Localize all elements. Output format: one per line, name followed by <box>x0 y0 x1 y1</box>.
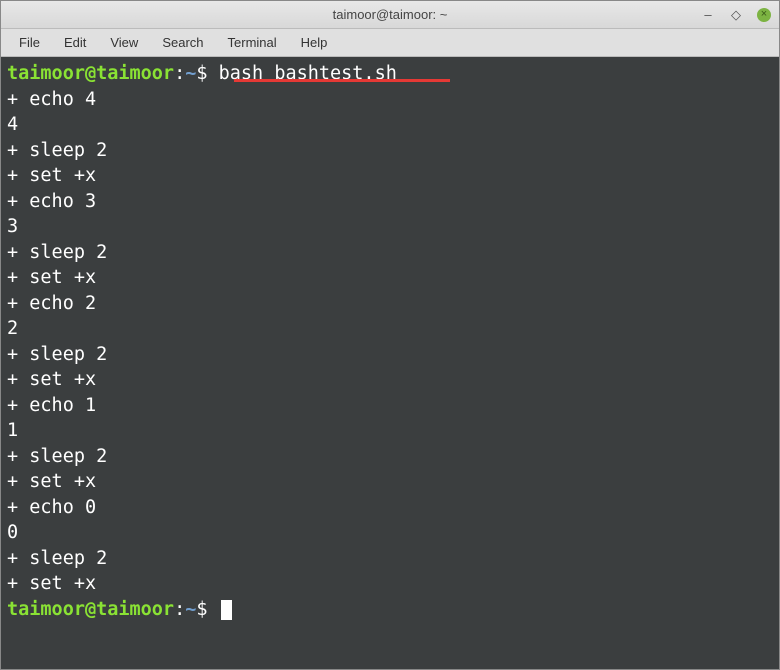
prompt-line-1: taimoor@taimoor:~$ bash bashtest.sh <box>7 61 773 87</box>
prompt-dollar: $ <box>196 63 218 84</box>
menu-file[interactable]: File <box>9 31 50 54</box>
output-line: 1 <box>7 418 773 444</box>
prompt-dollar: $ <box>196 599 218 620</box>
titlebar[interactable]: taimoor@taimoor: ~ – ◇ <box>1 1 779 29</box>
output-line: 2 <box>7 316 773 342</box>
prompt-line-2: taimoor@taimoor:~$ <box>7 597 773 623</box>
output-line: + echo 0 <box>7 495 773 521</box>
prompt-colon: : <box>174 599 185 620</box>
output-line: + echo 1 <box>7 393 773 419</box>
window-title: taimoor@taimoor: ~ <box>333 7 448 22</box>
output-line: + sleep 2 <box>7 444 773 470</box>
output-line: + sleep 2 <box>7 342 773 368</box>
prompt-colon: : <box>174 63 185 84</box>
output-line: + echo 4 <box>7 87 773 113</box>
output-line: + sleep 2 <box>7 546 773 572</box>
output-line: + set +x <box>7 469 773 495</box>
terminal-content[interactable]: taimoor@taimoor:~$ bash bashtest.sh + ec… <box>1 57 779 669</box>
output-container: + echo 44+ sleep 2+ set +x+ echo 33+ sle… <box>7 87 773 597</box>
close-button[interactable] <box>757 8 771 22</box>
output-line: + sleep 2 <box>7 240 773 266</box>
output-line: + echo 2 <box>7 291 773 317</box>
prompt-user-host: taimoor@taimoor <box>7 599 174 620</box>
output-line: + set +x <box>7 571 773 597</box>
prompt-path: ~ <box>185 63 196 84</box>
menubar: File Edit View Search Terminal Help <box>1 29 779 57</box>
menu-terminal[interactable]: Terminal <box>218 31 287 54</box>
output-line: + echo 3 <box>7 189 773 215</box>
output-line: 4 <box>7 112 773 138</box>
output-line: + set +x <box>7 265 773 291</box>
prompt-user-host: taimoor@taimoor <box>7 63 174 84</box>
menu-help[interactable]: Help <box>291 31 338 54</box>
prompt-path: ~ <box>185 599 196 620</box>
window-controls: – ◇ <box>701 8 771 22</box>
output-line: 3 <box>7 214 773 240</box>
output-line: + set +x <box>7 163 773 189</box>
cursor <box>221 600 232 620</box>
output-line: + sleep 2 <box>7 138 773 164</box>
minimize-button[interactable]: – <box>701 8 715 22</box>
menu-view[interactable]: View <box>100 31 148 54</box>
terminal-window: taimoor@taimoor: ~ – ◇ File Edit View Se… <box>0 0 780 670</box>
menu-edit[interactable]: Edit <box>54 31 96 54</box>
output-line: + set +x <box>7 367 773 393</box>
output-line: 0 <box>7 520 773 546</box>
maximize-button[interactable]: ◇ <box>729 8 743 22</box>
menu-search[interactable]: Search <box>152 31 213 54</box>
underline-annotation <box>234 79 450 82</box>
